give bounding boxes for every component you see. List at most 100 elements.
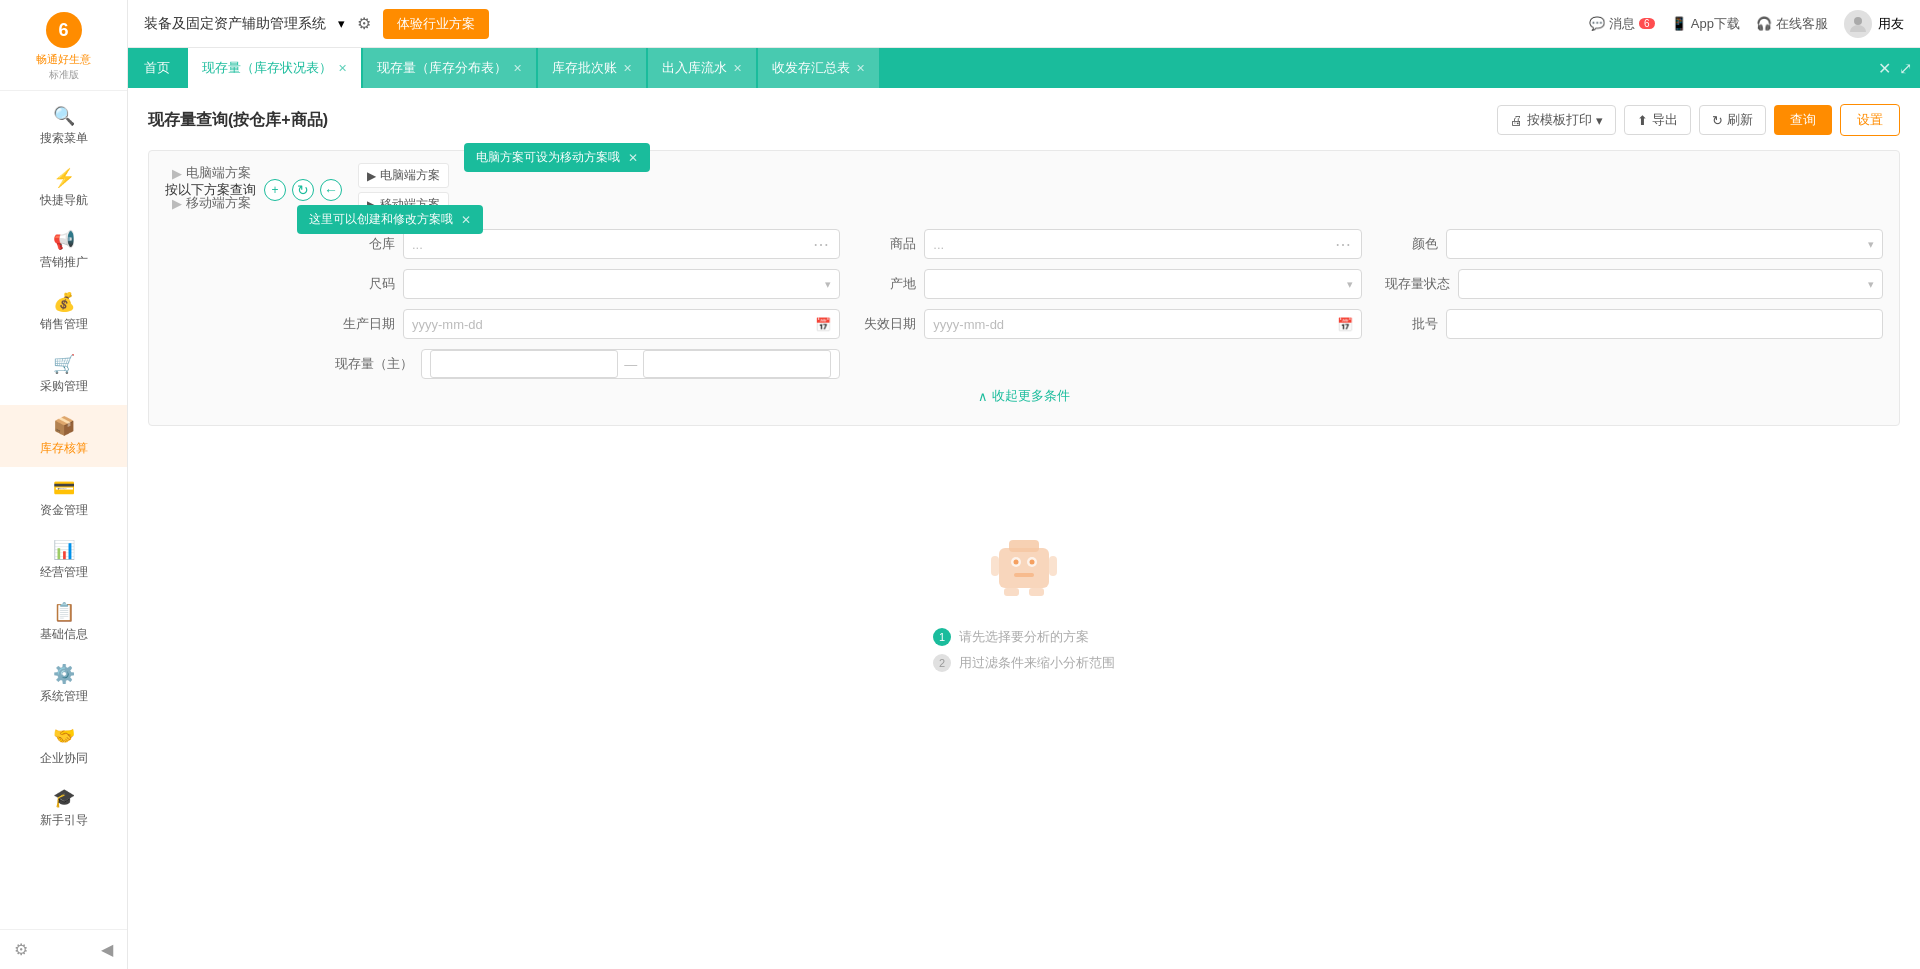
- settings-button[interactable]: 设置: [1840, 104, 1900, 136]
- expiry-date-input[interactable]: yyyy-mm-dd 📅: [924, 309, 1361, 339]
- batch-no-input[interactable]: [1446, 309, 1883, 339]
- chart-icon: 📊: [53, 539, 75, 561]
- money-icon: 💰: [53, 291, 75, 313]
- phone-icon: 📱: [1671, 16, 1687, 31]
- close-tab-icon[interactable]: ✕: [513, 62, 522, 75]
- more-conditions-toggle[interactable]: ∧ 收起更多条件: [165, 379, 1883, 413]
- svg-rect-2: [1009, 540, 1039, 552]
- more-icon: ⋯: [813, 235, 831, 254]
- chevron-down-icon: ▾: [1868, 278, 1874, 291]
- sidebar-item-label: 系统管理: [40, 688, 88, 705]
- sidebar-item-purchase[interactable]: 🛒 采购管理: [0, 343, 127, 405]
- filter-origin: 产地 ▾: [856, 269, 1361, 299]
- color-select[interactable]: ▾: [1446, 229, 1883, 259]
- arrow-icon: ▶: [172, 196, 182, 211]
- refresh-button[interactable]: ↻ 刷新: [1699, 105, 1766, 135]
- sidebar-item-label: 营销推广: [40, 254, 88, 271]
- tab-receive-summary[interactable]: 收发存汇总表 ✕: [758, 48, 879, 88]
- close-tab-icon[interactable]: ✕: [856, 62, 865, 75]
- tab-batch-ledger[interactable]: 库存批次账 ✕: [538, 48, 646, 88]
- sidebar-item-marketing[interactable]: 📢 营销推广: [0, 219, 127, 281]
- print-button[interactable]: 🖨 按模板打印 ▾: [1497, 105, 1616, 135]
- avatar: [1844, 10, 1872, 38]
- settings-footer-icon[interactable]: ⚙: [14, 940, 28, 959]
- sidebar-item-guide[interactable]: 🎓 新手引导: [0, 777, 127, 839]
- sidebar-item-enterprise[interactable]: 🤝 企业协同: [0, 715, 127, 777]
- sidebar-item-quick[interactable]: ⚡ 快捷导航: [0, 157, 127, 219]
- origin-select[interactable]: ▾: [924, 269, 1361, 299]
- header-right: 💬 消息 6 📱 App下载 🎧 在线客服 用友: [1589, 10, 1904, 38]
- sidebar: 6 畅通好生意 标准版 🔍 搜索菜单 ⚡ 快捷导航 📢 营销推广 💰 销售管理 …: [0, 0, 128, 969]
- arrow-icon: ▶: [172, 166, 182, 181]
- filter-production-date: 生产日期 yyyy-mm-dd 📅: [335, 309, 840, 339]
- sidebar-item-search[interactable]: 🔍 搜索菜单: [0, 95, 127, 157]
- query-button[interactable]: 查询: [1774, 105, 1832, 135]
- sidebar-item-inventory[interactable]: 📦 库存核算: [0, 405, 127, 467]
- tooltip-pc-scheme: 电脑方案可设为移动方案哦 ✕: [464, 143, 650, 172]
- sidebar-item-label: 企业协同: [40, 750, 88, 767]
- tab-inventory-status[interactable]: 现存量（库存状况表） ✕: [188, 48, 361, 88]
- tab-inventory-dist[interactable]: 现存量（库存分布表） ✕: [363, 48, 536, 88]
- sidebar-item-operation[interactable]: 📊 经营管理: [0, 529, 127, 591]
- svg-rect-11: [1049, 556, 1057, 576]
- sidebar-item-sales[interactable]: 💰 销售管理: [0, 281, 127, 343]
- sidebar-item-finance[interactable]: 💳 资金管理: [0, 467, 127, 529]
- page-title: 现存量查询(按仓库+商品): [148, 110, 328, 131]
- sidebar-item-system[interactable]: ⚙️ 系统管理: [0, 653, 127, 715]
- close-tab-icon[interactable]: ✕: [623, 62, 632, 75]
- message-action[interactable]: 💬 消息 6: [1589, 15, 1655, 33]
- filter-area: 按以下方案查询 + ↻ ← ▶ 电脑端方案: [148, 150, 1900, 426]
- empty-steps: 1 请先选择要分析的方案 2 用过滤条件来缩小分析范围: [933, 628, 1115, 680]
- tab-close-all-icon[interactable]: ✕: [1878, 59, 1891, 78]
- sidebar-footer: ⚙ ◀: [0, 929, 127, 969]
- goods-input[interactable]: ... ⋯: [924, 229, 1361, 259]
- svg-point-6: [1030, 560, 1035, 565]
- filter-goods: 商品 ... ⋯: [856, 229, 1361, 259]
- collapse-icon[interactable]: ◀: [101, 940, 113, 959]
- service-action[interactable]: 🎧 在线客服: [1756, 15, 1828, 33]
- tab-home[interactable]: 首页: [128, 48, 186, 88]
- sidebar-nav: 🔍 搜索菜单 ⚡ 快捷导航 📢 营销推广 💰 销售管理 🛒 采购管理 📦 库存核…: [0, 91, 127, 929]
- page-content: 现存量查询(按仓库+商品) 🖨 按模板打印 ▾ ⬆ 导出 ↻ 刷新: [128, 88, 1920, 969]
- header-dropdown[interactable]: ▾: [338, 16, 345, 31]
- production-date-input[interactable]: yyyy-mm-dd 📅: [403, 309, 840, 339]
- app-download-action[interactable]: 📱 App下载: [1671, 15, 1740, 33]
- filter-color: 颜色 ▾: [1378, 229, 1883, 259]
- sidebar-item-label: 经营管理: [40, 564, 88, 581]
- headset-icon: 🎧: [1756, 16, 1772, 31]
- empty-step-2: 2 用过滤条件来缩小分析范围: [933, 654, 1115, 672]
- scheme-item-pc[interactable]: ▶ 电脑端方案: [358, 163, 449, 188]
- header-left: 装备及固定资产辅助管理系统 ▾ ⚙ 体验行业方案: [144, 9, 489, 39]
- tab-inout-flow[interactable]: 出入库流水 ✕: [648, 48, 756, 88]
- step-2-num: 2: [933, 654, 951, 672]
- chevron-down-icon: ▾: [338, 16, 345, 31]
- header-settings-icon[interactable]: ⚙: [357, 14, 371, 33]
- sidebar-item-basic[interactable]: 📋 基础信息: [0, 591, 127, 653]
- inventory-main-input[interactable]: —: [421, 349, 840, 379]
- close-tab-icon[interactable]: ✕: [338, 62, 347, 75]
- trial-button[interactable]: 体验行业方案: [383, 9, 489, 39]
- message-icon: 💬: [1589, 16, 1605, 31]
- empty-step-1: 1 请先选择要分析的方案: [933, 628, 1115, 646]
- page-title-bar: 现存量查询(按仓库+商品) 🖨 按模板打印 ▾ ⬆ 导出 ↻ 刷新: [148, 104, 1900, 136]
- guide-icon: 🎓: [53, 787, 75, 809]
- logo-badge: 标准版: [49, 68, 79, 82]
- clipboard-icon: 📋: [53, 601, 75, 623]
- size-select[interactable]: ▾: [403, 269, 840, 299]
- tooltip-close-icon[interactable]: ✕: [628, 151, 638, 165]
- back-scheme-button[interactable]: ←: [320, 179, 342, 201]
- sidebar-item-label: 采购管理: [40, 378, 88, 395]
- sidebar-item-label: 搜索菜单: [40, 130, 88, 147]
- search-icon: 🔍: [53, 105, 75, 127]
- calendar-icon: 📅: [1337, 317, 1353, 332]
- tab-expand-icon[interactable]: ⤢: [1899, 59, 1912, 78]
- sidebar-item-label: 销售管理: [40, 316, 88, 333]
- lightning-icon: ⚡: [53, 167, 75, 189]
- close-tab-icon[interactable]: ✕: [733, 62, 742, 75]
- svg-rect-1: [999, 548, 1049, 588]
- sidebar-item-label: 库存核算: [40, 440, 88, 457]
- chevron-down-icon: ▾: [1596, 113, 1603, 128]
- export-button[interactable]: ⬆ 导出: [1624, 105, 1691, 135]
- inventory-status-select[interactable]: ▾: [1458, 269, 1883, 299]
- tooltip-close-icon[interactable]: ✕: [461, 213, 471, 227]
